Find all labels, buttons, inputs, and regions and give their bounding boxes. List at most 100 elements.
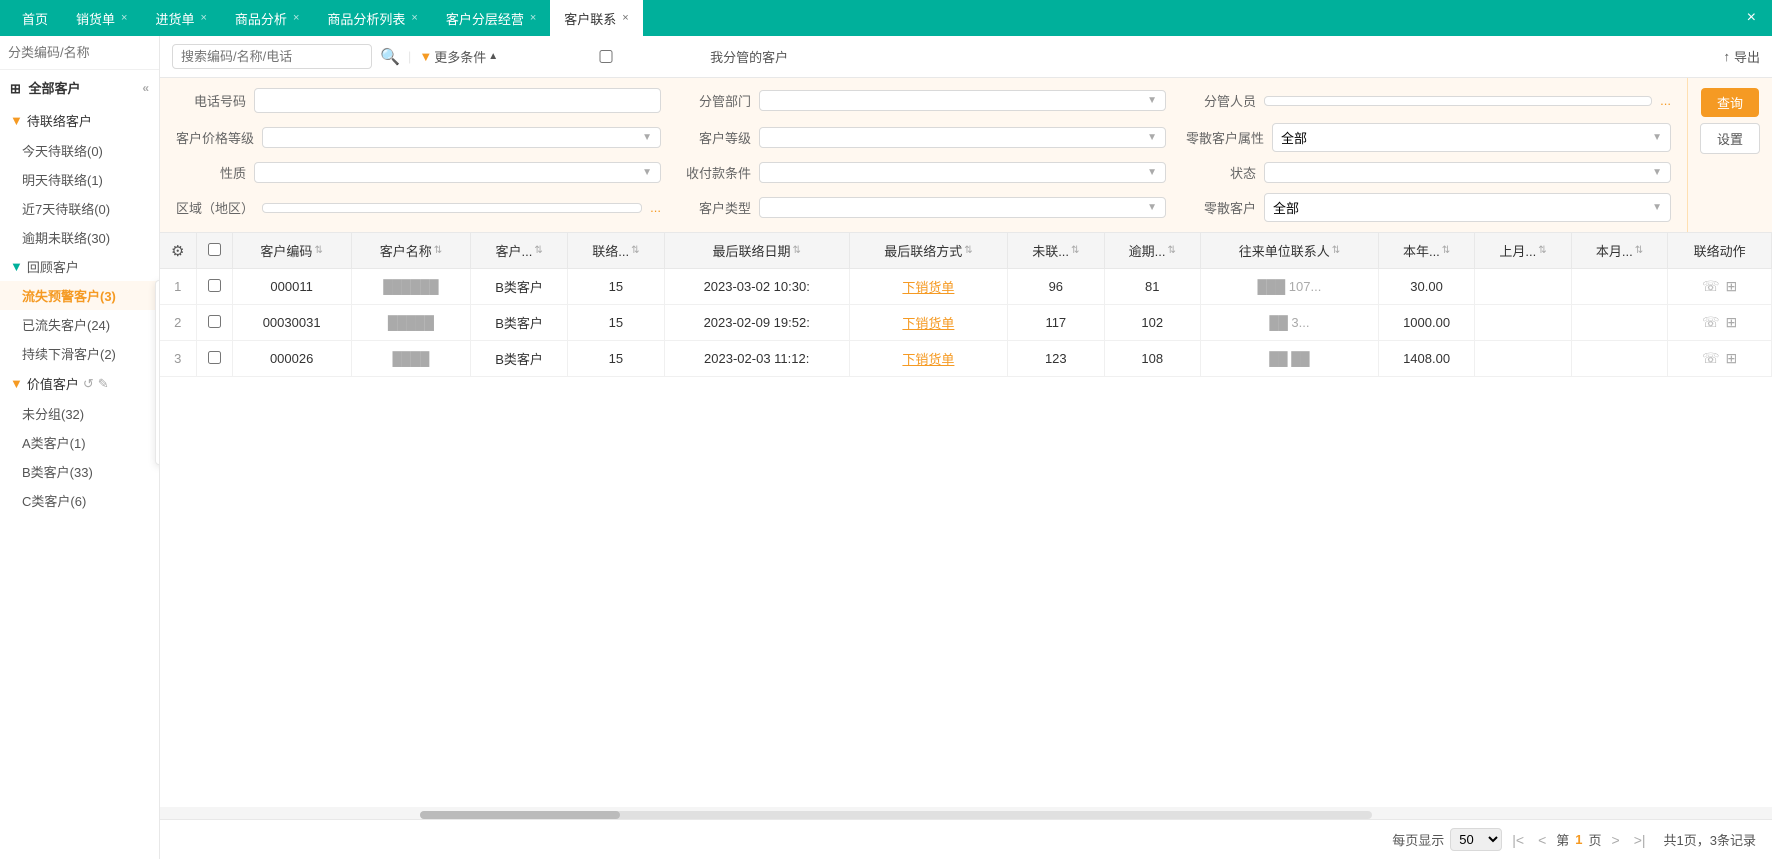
page-nav-prev[interactable]: <: [1534, 830, 1550, 850]
select-all-checkbox[interactable]: [208, 243, 221, 256]
action-phone-icon[interactable]: ☏: [1702, 278, 1720, 295]
close-purchase-order-icon[interactable]: ×: [200, 12, 206, 24]
th-last-contact-way[interactable]: 最后联络方式 ⇅: [849, 233, 1007, 269]
arrow-icon-3: ▼: [10, 376, 23, 391]
sidebar-item-churned[interactable]: 已流失客户(24): [0, 310, 159, 339]
filter-region-more[interactable]: ...: [650, 200, 661, 215]
filter-customer-type-select[interactable]: ▼: [759, 197, 1166, 218]
edit-icon[interactable]: ✎: [98, 376, 109, 392]
th-name[interactable]: 客户名称 ⇅: [351, 233, 470, 269]
th-checkbox: [196, 233, 232, 269]
filter-row-price-level: 客户价格等级 ▼: [176, 123, 661, 152]
close-product-analysis-list-icon[interactable]: ×: [411, 12, 417, 24]
row-checkbox[interactable]: [208, 351, 221, 364]
per-page-select[interactable]: 50 10 20 100: [1450, 828, 1502, 851]
sidebar-item-class-a[interactable]: A类客户(1): [0, 428, 159, 457]
collapse-icon[interactable]: «: [142, 81, 149, 95]
table-gear-icon[interactable]: ⚙: [171, 243, 184, 260]
action-phone-icon[interactable]: ☏: [1702, 314, 1720, 331]
filter-region-select[interactable]: [262, 203, 642, 213]
page-nav-last[interactable]: >|: [1630, 830, 1650, 850]
row-last-contact-way[interactable]: 下销货单: [849, 305, 1007, 341]
sidebar-item-tomorrow-pending[interactable]: 明天待联络(1): [0, 165, 159, 194]
sidebar-item-class-b[interactable]: B类客户(33): [0, 457, 159, 486]
sidebar-section-title-value[interactable]: ▼ 价值客户 ↺ ✎: [0, 368, 159, 399]
filter-customer-level-select[interactable]: ▼: [759, 127, 1166, 148]
th-last-contact-date[interactable]: 最后联络日期 ⇅: [664, 233, 849, 269]
my-customers-checkbox[interactable]: [506, 50, 706, 63]
tab-customer-contact[interactable]: 客户联系 ×: [550, 0, 642, 36]
action-more-icon[interactable]: ⊞: [1726, 278, 1738, 295]
search-button[interactable]: 🔍: [380, 47, 400, 67]
th-unlisted[interactable]: 未联... ⇅: [1008, 233, 1104, 269]
tab-purchase-order[interactable]: 进货单 ×: [141, 0, 220, 36]
export-button[interactable]: ↑ 导出: [1723, 47, 1760, 66]
row-last-contact-way[interactable]: 下销货单: [849, 269, 1007, 305]
row-checkbox[interactable]: [208, 315, 221, 328]
filter-payment-select[interactable]: ▼: [759, 162, 1166, 183]
sidebar-all-customers[interactable]: ⊞ 全部客户 «: [0, 70, 159, 105]
sort-unit-icon: ⇅: [1332, 245, 1340, 256]
my-customers-checkbox-area[interactable]: 我分管的客户: [506, 47, 788, 66]
action-phone-icon[interactable]: ☏: [1702, 350, 1720, 367]
filter-dept-select[interactable]: ▼: [759, 90, 1166, 111]
sidebar-item-class-c[interactable]: C类客户(6): [0, 486, 159, 515]
sort-contact-icon: ⇅: [631, 245, 639, 256]
tab-product-analysis[interactable]: 商品分析 ×: [221, 0, 313, 36]
filter-status-select[interactable]: ▼: [1264, 162, 1671, 183]
row-action: ☏ ⊞: [1668, 305, 1772, 341]
sidebar-item-7days-pending[interactable]: 近7天待联络(0): [0, 194, 159, 223]
th-code[interactable]: 客户编码 ⇅: [232, 233, 351, 269]
th-this-month[interactable]: 本月... ⇅: [1571, 233, 1667, 269]
action-more-icon[interactable]: ⊞: [1726, 314, 1738, 331]
tab-customer-stratification[interactable]: 客户分层经营 ×: [432, 0, 550, 36]
th-overdue[interactable]: 逾期... ⇅: [1104, 233, 1200, 269]
filter-nature-select[interactable]: ▼: [254, 162, 661, 183]
window-close-button[interactable]: ×: [1739, 9, 1764, 27]
filter-retail-attr-select[interactable]: 全部 ▼: [1272, 123, 1671, 152]
tab-product-analysis-list[interactable]: 商品分析列表 ×: [313, 0, 431, 36]
action-more-icon[interactable]: ⊞: [1726, 350, 1738, 367]
close-product-analysis-icon[interactable]: ×: [293, 12, 299, 24]
th-unit-contact[interactable]: 往来单位联系人 ⇅: [1201, 233, 1379, 269]
sidebar-item-declining[interactable]: 持续下滑客户(2): [0, 339, 159, 368]
row-last-contact-way[interactable]: 下销货单: [849, 341, 1007, 377]
horizontal-scrollbar[interactable]: [160, 807, 1772, 819]
th-last-month[interactable]: 上月... ⇅: [1475, 233, 1571, 269]
filter-label-dept: 分管部门: [681, 91, 751, 110]
page-nav-first[interactable]: |<: [1508, 830, 1528, 850]
close-sales-order-icon[interactable]: ×: [121, 12, 127, 24]
row-name: ████: [351, 341, 470, 377]
sidebar-item-unclassified[interactable]: 未分组(32): [0, 399, 159, 428]
settings-button[interactable]: 设置: [1700, 123, 1760, 154]
sidebar-section-title-review[interactable]: ▼ 回顾客户: [0, 252, 159, 281]
filter-phone-input[interactable]: [254, 88, 661, 113]
refresh-icon[interactable]: ↺: [83, 376, 94, 392]
filter-retail-customer-select[interactable]: 全部 ▼: [1264, 193, 1671, 222]
filter-price-level-select[interactable]: ▼: [262, 127, 661, 148]
row-checkbox[interactable]: [208, 279, 221, 292]
sidebar-item-today-pending[interactable]: 今天待联络(0): [0, 136, 159, 165]
row-checkbox-cell: [196, 341, 232, 377]
query-button[interactable]: 查询: [1701, 88, 1759, 117]
sidebar-search-input[interactable]: [8, 45, 160, 60]
filter-label-price-level: 客户价格等级: [176, 128, 254, 147]
search-input[interactable]: [172, 44, 372, 69]
tab-home[interactable]: 首页: [8, 0, 62, 36]
filter-manager-select[interactable]: [1264, 96, 1652, 106]
row-overdue: 108: [1104, 341, 1200, 377]
close-customer-contact-icon[interactable]: ×: [622, 12, 628, 24]
sidebar-item-overdue-pending[interactable]: 逾期未联络(30): [0, 223, 159, 252]
page-nav-next[interactable]: >: [1608, 830, 1624, 850]
filter-manager-more[interactable]: ...: [1660, 93, 1671, 108]
th-type[interactable]: 客户... ⇅: [471, 233, 568, 269]
th-contact[interactable]: 联络... ⇅: [568, 233, 664, 269]
scroll-thumb[interactable]: [420, 811, 620, 819]
sidebar-item-churn-warning[interactable]: 流失预警客户(3): [0, 281, 159, 310]
close-customer-stratification-icon[interactable]: ×: [530, 12, 536, 24]
more-filter-button[interactable]: ▼ 更多条件 ▲: [419, 47, 498, 66]
th-this-year[interactable]: 本年... ⇅: [1378, 233, 1474, 269]
sort-overdue-icon: ⇅: [1168, 245, 1176, 256]
tab-sales-order[interactable]: 销货单 ×: [62, 0, 141, 36]
sidebar-section-title-pending[interactable]: ▼ 待联络客户: [0, 105, 159, 136]
